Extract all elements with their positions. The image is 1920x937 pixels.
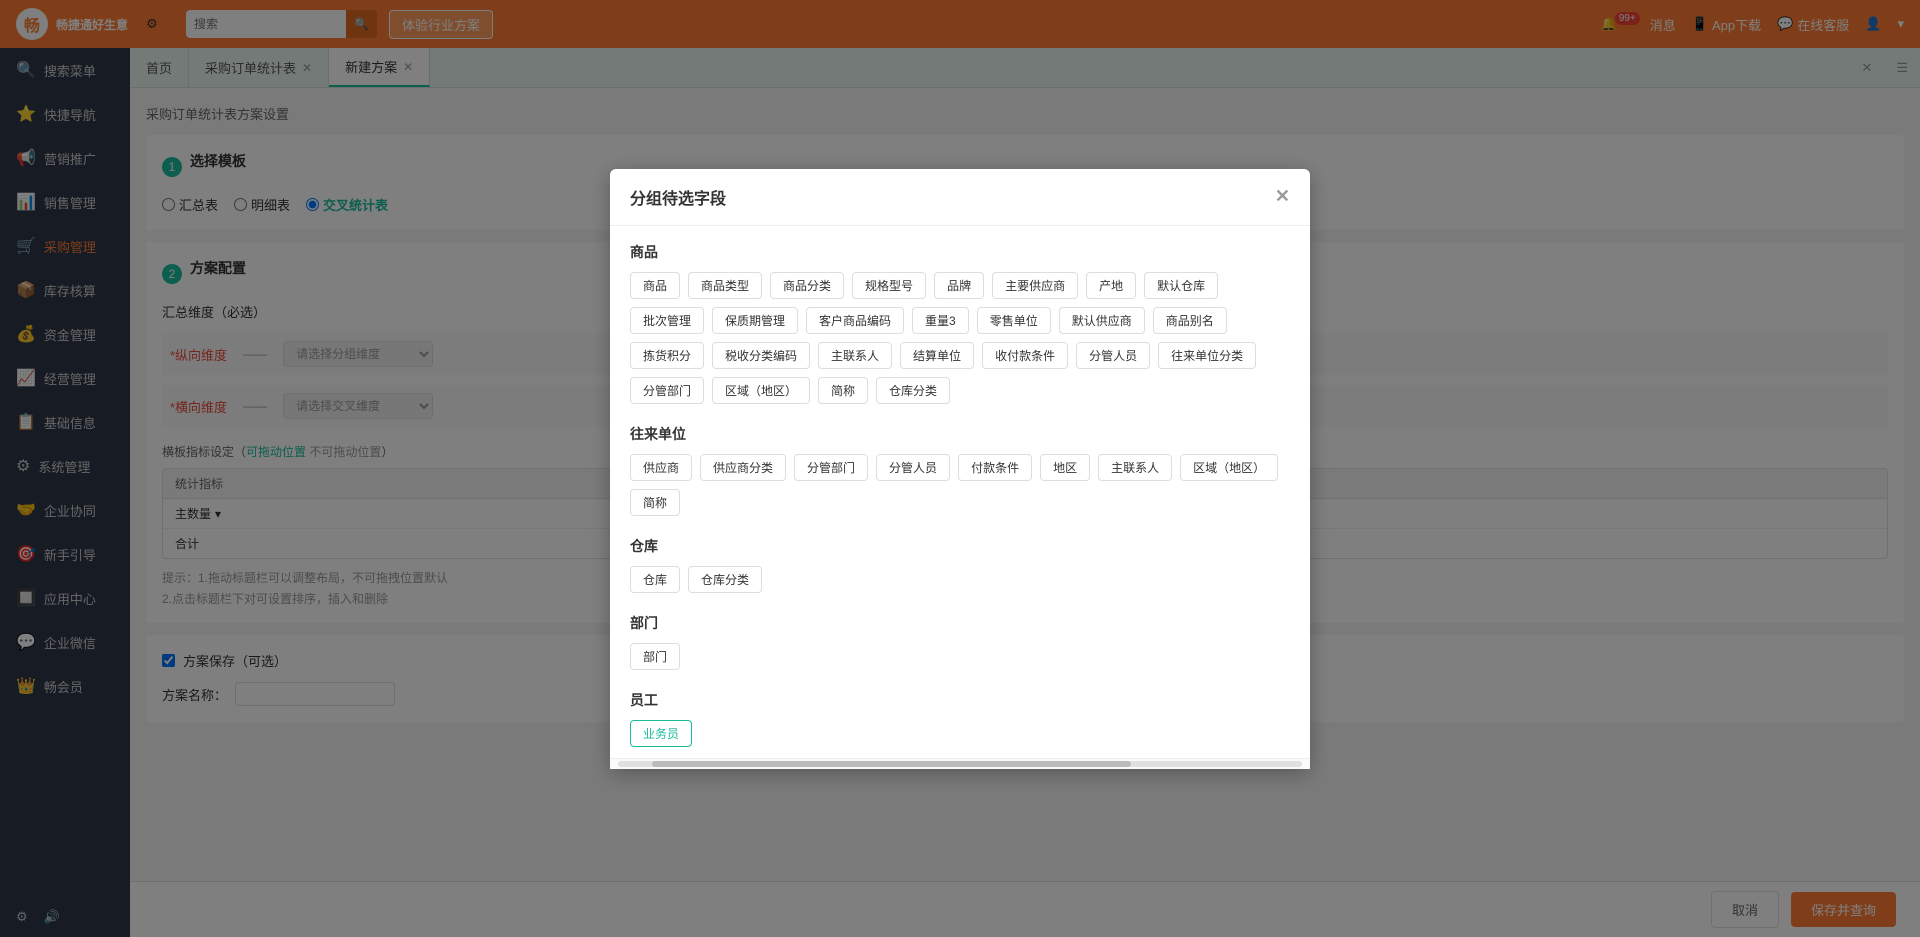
dialog-close-button[interactable]: ✕ xyxy=(1275,186,1290,207)
field-tag[interactable]: 部门 xyxy=(630,643,680,670)
field-tag[interactable]: 客户商品编码 xyxy=(806,307,904,334)
dialog-header: 分组待选字段 ✕ xyxy=(610,169,1310,226)
field-tag[interactable]: 拣货积分 xyxy=(630,342,704,369)
field-tag[interactable]: 默认仓库 xyxy=(1144,272,1218,299)
field-tag[interactable]: 供应商 xyxy=(630,454,692,481)
field-tag[interactable]: 往来单位分类 xyxy=(1158,342,1256,369)
field-tag[interactable]: 商品 xyxy=(630,272,680,299)
field-tag[interactable]: 主联系人 xyxy=(818,342,892,369)
section-partners-title: 往来单位 xyxy=(630,424,1290,444)
field-tag[interactable]: 产地 xyxy=(1086,272,1136,299)
field-tag[interactable]: 商品类型 xyxy=(688,272,762,299)
field-tag[interactable]: 商品别名 xyxy=(1153,307,1227,334)
field-tag[interactable]: 区域（地区） xyxy=(1180,454,1278,481)
field-tag[interactable]: 分管部门 xyxy=(630,377,704,404)
field-tag[interactable]: 仓库分类 xyxy=(688,566,762,593)
dialog-title: 分组待选字段 xyxy=(630,185,726,209)
field-tag[interactable]: 默认供应商 xyxy=(1059,307,1145,334)
field-tag[interactable]: 仓库 xyxy=(630,566,680,593)
field-tag[interactable]: 批次管理 xyxy=(630,307,704,334)
field-tag[interactable]: 简称 xyxy=(630,489,680,516)
field-tag[interactable]: 分管人员 xyxy=(1076,342,1150,369)
section-warehouse: 仓库 仓库 仓库分类 xyxy=(630,536,1290,593)
field-tag[interactable]: 收付款条件 xyxy=(982,342,1068,369)
section-department: 部门 部门 xyxy=(630,613,1290,670)
section-products-tags: 商品 商品类型 商品分类 规格型号 品牌 主要供应商 产地 默认仓库 批次管理 … xyxy=(630,272,1290,404)
field-tag[interactable]: 规格型号 xyxy=(852,272,926,299)
section-warehouse-title: 仓库 xyxy=(630,536,1290,556)
section-warehouse-tags: 仓库 仓库分类 xyxy=(630,566,1290,593)
field-tag[interactable]: 税收分类编码 xyxy=(712,342,810,369)
field-tag[interactable]: 分管部门 xyxy=(794,454,868,481)
field-tag[interactable]: 结算单位 xyxy=(900,342,974,369)
dialog-scrollbar[interactable] xyxy=(610,758,1310,768)
field-tag[interactable]: 简称 xyxy=(818,377,868,404)
section-department-title: 部门 xyxy=(630,613,1290,633)
field-tag[interactable]: 零售单位 xyxy=(977,307,1051,334)
section-employee: 员工 业务员 xyxy=(630,690,1290,747)
field-tag[interactable]: 品牌 xyxy=(934,272,984,299)
field-tag-employee[interactable]: 业务员 xyxy=(630,720,692,747)
section-partners-tags: 供应商 供应商分类 分管部门 分管人员 付款条件 地区 主联系人 区域（地区） … xyxy=(630,454,1290,516)
field-tag[interactable]: 商品分类 xyxy=(770,272,844,299)
section-products: 商品 商品 商品类型 商品分类 规格型号 品牌 主要供应商 产地 默认仓库 批次… xyxy=(630,242,1290,404)
field-selection-dialog: 分组待选字段 ✕ 商品 商品 商品类型 商品分类 规格型号 品牌 主要供应商 产… xyxy=(610,169,1310,769)
field-tag[interactable]: 重量3 xyxy=(912,307,969,334)
section-products-title: 商品 xyxy=(630,242,1290,262)
section-partners: 往来单位 供应商 供应商分类 分管部门 分管人员 付款条件 地区 主联系人 区域… xyxy=(630,424,1290,516)
section-employee-title: 员工 xyxy=(630,690,1290,710)
field-tag[interactable]: 区域（地区） xyxy=(712,377,810,404)
dialog-overlay: 分组待选字段 ✕ 商品 商品 商品类型 商品分类 规格型号 品牌 主要供应商 产… xyxy=(0,0,1920,937)
field-tag[interactable]: 付款条件 xyxy=(958,454,1032,481)
section-department-tags: 部门 xyxy=(630,643,1290,670)
field-tag[interactable]: 主联系人 xyxy=(1098,454,1172,481)
section-employee-tags: 业务员 xyxy=(630,720,1290,747)
dialog-body: 商品 商品 商品类型 商品分类 规格型号 品牌 主要供应商 产地 默认仓库 批次… xyxy=(610,226,1310,759)
field-tag[interactable]: 保质期管理 xyxy=(712,307,798,334)
field-tag[interactable]: 分管人员 xyxy=(876,454,950,481)
field-tag[interactable]: 供应商分类 xyxy=(700,454,786,481)
field-tag[interactable]: 主要供应商 xyxy=(992,272,1078,299)
field-tag[interactable]: 仓库分类 xyxy=(876,377,950,404)
field-tag[interactable]: 地区 xyxy=(1040,454,1090,481)
